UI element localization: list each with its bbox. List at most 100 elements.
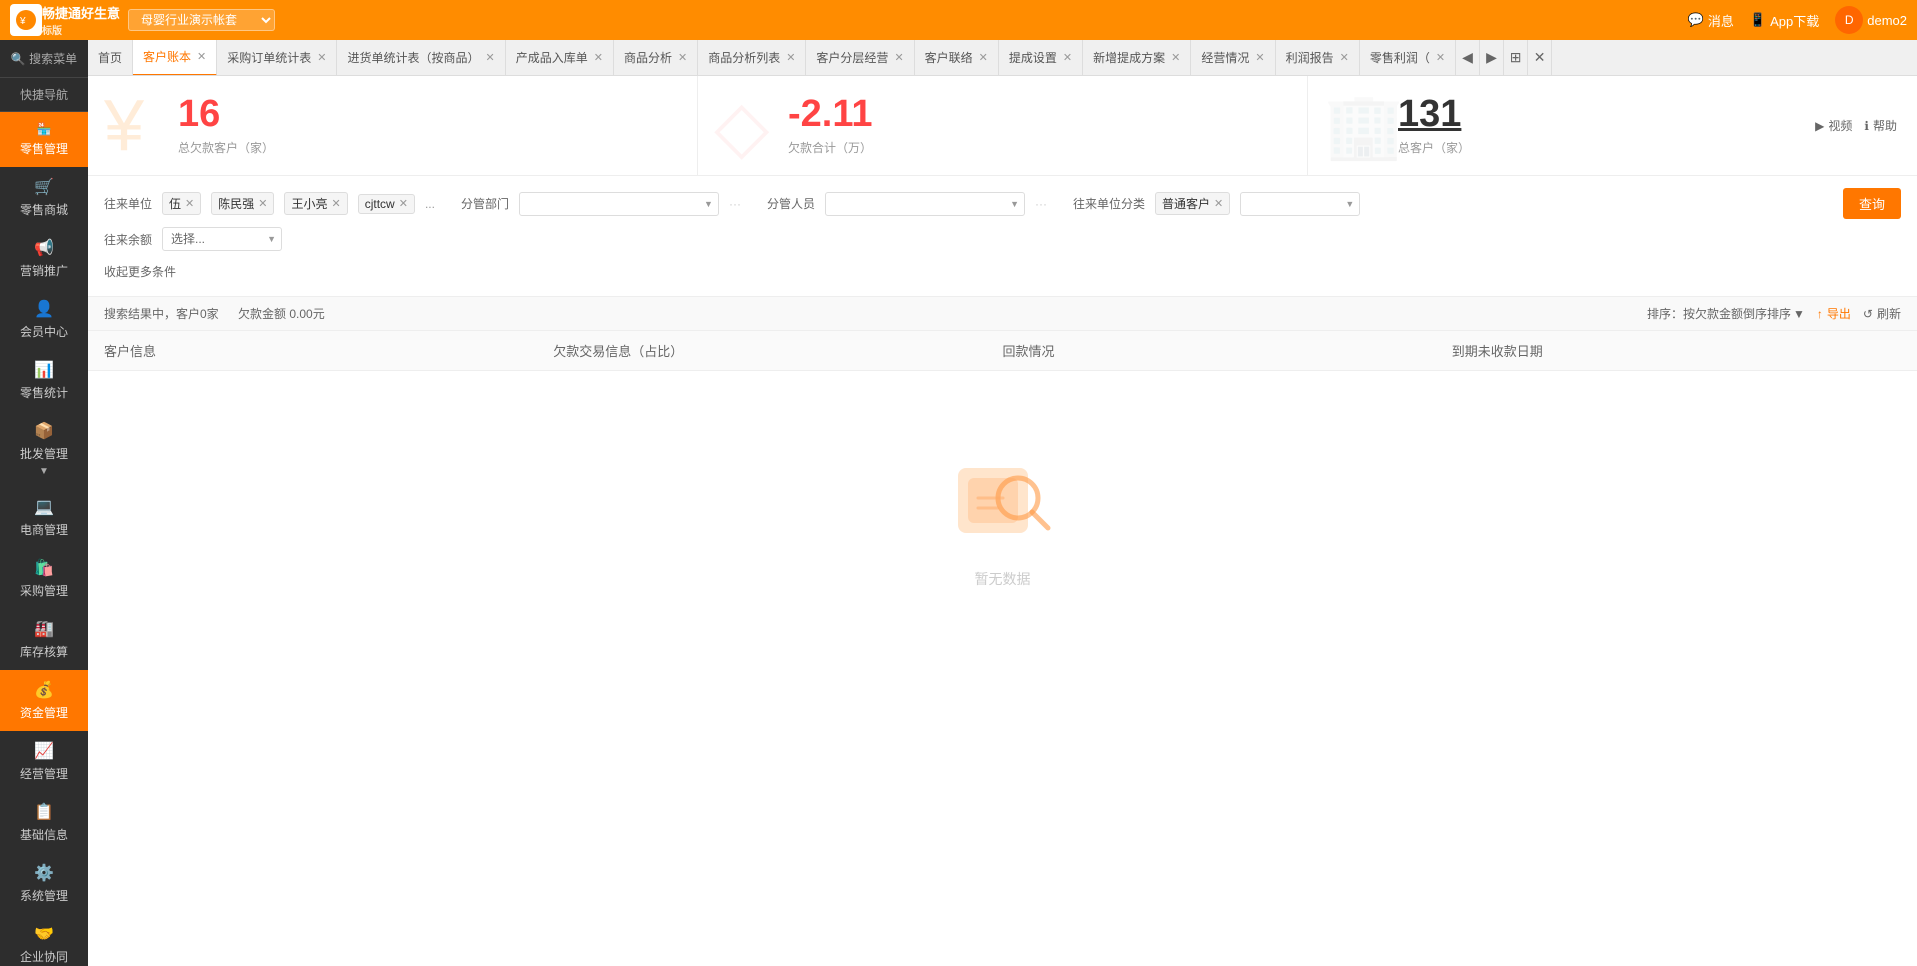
tab-close-btn[interactable]: ✕ xyxy=(197,50,206,63)
tag-remove-btn[interactable]: ✕ xyxy=(399,197,408,210)
sidebar-item-purchase[interactable]: 🛍️ 采购管理 xyxy=(0,548,88,609)
stat-card-overdue-amount: ◇ -2.11 欠款合计（万） xyxy=(698,76,1308,175)
tab-scroll-right[interactable]: ▶ xyxy=(1480,40,1504,76)
tab-close-btn[interactable]: ✕ xyxy=(678,51,687,64)
search-label: 搜索菜单 xyxy=(29,52,77,66)
sidebar-item-enterprise[interactable]: 🤝 企业协同 xyxy=(0,914,88,966)
sidebar-item-system[interactable]: ⚙️ 系统管理 xyxy=(0,853,88,914)
sidebar-item-label: 会员中心 xyxy=(20,323,68,340)
video-label: 视频 xyxy=(1828,117,1852,134)
user-name: demo2 xyxy=(1867,13,1907,28)
category-tag-remove-btn[interactable]: ✕ xyxy=(1214,197,1223,210)
sidebar-item-retail-stats[interactable]: 📊 零售统计 xyxy=(0,350,88,411)
search-icon: 🔍 xyxy=(11,52,26,66)
help-btn[interactable]: ℹ 帮助 xyxy=(1864,117,1897,134)
tab-label: 首页 xyxy=(98,49,122,66)
tab-close-btn[interactable]: ✕ xyxy=(486,51,495,64)
message-icon: 💬 xyxy=(1688,12,1704,28)
tab-close-btn[interactable]: ✕ xyxy=(317,51,326,64)
refresh-label: 刷新 xyxy=(1877,305,1901,322)
tab-close-btn[interactable]: ✕ xyxy=(979,51,988,64)
category-select[interactable] xyxy=(1240,192,1360,216)
tab-label: 采购订单统计表 xyxy=(227,49,311,66)
unit-filter-label: 往来单位 xyxy=(104,195,152,212)
overdue-customers-label: 总欠款客户（家） xyxy=(178,139,274,156)
enterprise-icon: 🤝 xyxy=(34,924,54,944)
sidebar-item-wholesale[interactable]: 📦 批发管理 ▼ xyxy=(0,411,88,487)
tab-close-btn[interactable]: ✕ xyxy=(1255,51,1264,64)
department-clear-btn[interactable]: ··· xyxy=(729,197,741,211)
results-text: 搜索结果中，客户0家 xyxy=(104,307,219,321)
balance-select[interactable]: 选择... xyxy=(162,227,282,251)
export-btn[interactable]: ↑ 导出 xyxy=(1817,305,1851,322)
tab-expand-btn[interactable]: ⊞ xyxy=(1504,40,1528,76)
tag-remove-btn[interactable]: ✕ xyxy=(258,197,267,210)
avatar: D xyxy=(1835,6,1863,34)
sort-btn[interactable]: 排序：按欠款金额倒序排序 ▼ xyxy=(1647,305,1805,322)
query-button[interactable]: 查询 xyxy=(1843,188,1901,219)
person-clear-btn[interactable]: ··· xyxy=(1035,197,1047,211)
tab-purchase-order[interactable]: 采购订单统计表 ✕ xyxy=(217,40,337,76)
sidebar-item-label: 电商管理 xyxy=(20,521,68,538)
results-summary: 搜索结果中，客户0家 欠款金额 0.00元 xyxy=(104,305,325,322)
overdue-customers-number: 16 xyxy=(178,95,274,133)
tab-product-analysis[interactable]: 商品分析 ✕ xyxy=(614,40,698,76)
tab-label: 提成设置 xyxy=(1009,49,1057,66)
sidebar-item-inventory[interactable]: 🏭 库存核算 xyxy=(0,609,88,670)
sidebar-quick-nav[interactable]: 快捷导航 xyxy=(0,78,88,112)
tab-close-btn[interactable]: ✕ xyxy=(1436,51,1445,64)
filter-tag-wu: 伍 ✕ xyxy=(162,192,201,215)
stats-area: ¥ 16 总欠款客户（家） ◇ -2.11 欠款合计（万） xyxy=(88,76,1917,176)
app-title: 畅捷通好生意 标版 xyxy=(42,3,120,37)
sidebar-item-operations[interactable]: 📈 经营管理 xyxy=(0,731,88,792)
sidebar-item-marketing[interactable]: 📢 营销推广 xyxy=(0,228,88,289)
tab-close-btn[interactable]: ✕ xyxy=(894,51,903,64)
tab-close-btn[interactable]: ✕ xyxy=(1340,51,1349,64)
person-input[interactable] xyxy=(825,192,1025,216)
filter-row-1: 往来单位 伍 ✕ 陈民强 ✕ 王小亮 ✕ xyxy=(104,188,1901,219)
account-dropdown[interactable]: 母婴行业演示帐套 xyxy=(128,9,275,31)
department-input[interactable] xyxy=(519,192,719,216)
sidebar-item-ecommerce[interactable]: 💻 电商管理 xyxy=(0,487,88,548)
stat-card-overdue-customers: ¥ 16 总欠款客户（家） xyxy=(88,76,698,175)
user-menu[interactable]: D demo2 xyxy=(1835,6,1907,34)
tag-remove-btn[interactable]: ✕ xyxy=(332,197,341,210)
tab-product-analysis-list[interactable]: 商品分析列表 ✕ xyxy=(698,40,806,76)
tab-retail-profit[interactable]: 零售利润（ ✕ xyxy=(1360,40,1456,76)
tab-inbound-stats[interactable]: 进货单统计表（按商品） ✕ xyxy=(337,40,505,76)
tab-scroll-left[interactable]: ◀ xyxy=(1456,40,1480,76)
refresh-icon: ↺ xyxy=(1863,307,1873,321)
filter-tag-category: 普通客户 ✕ xyxy=(1155,192,1230,215)
sidebar-search[interactable]: 🔍 搜索菜单 xyxy=(0,40,88,78)
more-tags-btn[interactable]: ... xyxy=(425,197,435,211)
message-btn[interactable]: 💬 消息 xyxy=(1688,11,1734,30)
app-download-btn[interactable]: 📱 App下载 xyxy=(1750,11,1819,30)
tag-remove-btn[interactable]: ✕ xyxy=(185,197,194,210)
video-btn[interactable]: ▶ 视频 xyxy=(1815,117,1852,134)
app-download-label: App下载 xyxy=(1770,11,1819,30)
total-customers-label: 总客户（家） xyxy=(1398,139,1470,156)
sidebar-item-label: 营销推广 xyxy=(20,262,68,279)
collapse-btn[interactable]: 收起更多条件 xyxy=(104,263,1901,280)
tab-profit-report[interactable]: 利润报告 ✕ xyxy=(1276,40,1360,76)
tab-close-btn[interactable]: ✕ xyxy=(594,51,603,64)
tab-new-promotion[interactable]: 新增提成方案 ✕ xyxy=(1083,40,1191,76)
tab-business-status[interactable]: 经营情况 ✕ xyxy=(1191,40,1275,76)
tab-close-btn[interactable]: ✕ xyxy=(1063,51,1072,64)
tab-customer-tier[interactable]: 客户分层经营 ✕ xyxy=(806,40,914,76)
sidebar-item-retail-mall[interactable]: 🛒 零售商城 xyxy=(0,167,88,228)
tab-home[interactable]: 首页 xyxy=(88,40,133,76)
col-customer-info: 客户信息 xyxy=(104,341,553,360)
tab-customer-contact[interactable]: 客户联络 ✕ xyxy=(915,40,999,76)
sidebar-section-retail[interactable]: 🏪 零售管理 xyxy=(0,112,88,167)
tab-close-btn[interactable]: ✕ xyxy=(1171,51,1180,64)
tab-close-all-btn[interactable]: ✕ xyxy=(1528,40,1552,76)
sidebar-item-member[interactable]: 👤 会员中心 xyxy=(0,289,88,350)
tab-close-btn[interactable]: ✕ xyxy=(786,51,795,64)
sidebar-item-finance[interactable]: 💰 资金管理 xyxy=(0,670,88,731)
tab-customer-balance[interactable]: 客户账本 ✕ xyxy=(133,40,217,76)
tab-product-inbound[interactable]: 产成品入库单 ✕ xyxy=(506,40,614,76)
tab-promotion-settings[interactable]: 提成设置 ✕ xyxy=(999,40,1083,76)
sidebar-item-basic-info[interactable]: 📋 基础信息 xyxy=(0,792,88,853)
refresh-btn[interactable]: ↺ 刷新 xyxy=(1863,305,1901,322)
